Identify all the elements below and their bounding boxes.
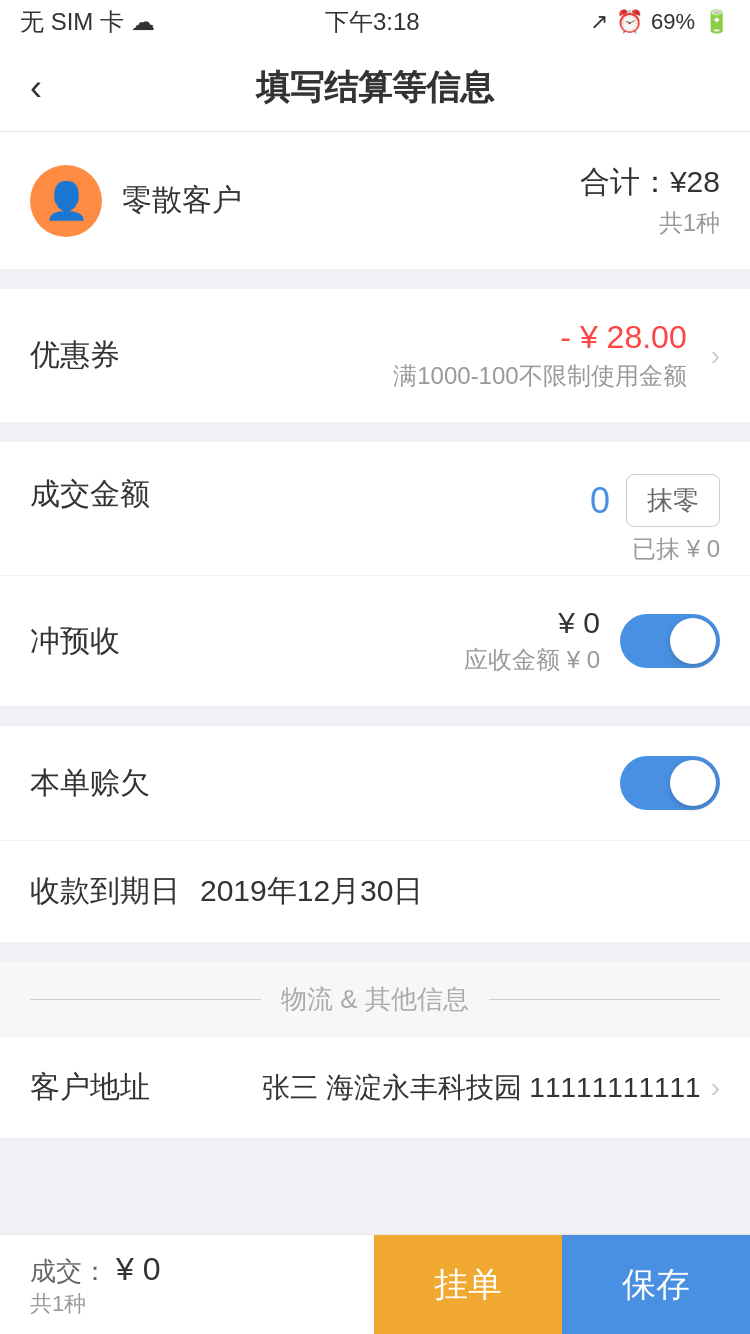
coupon-section[interactable]: 优惠券 - ¥ 28.00 满1000-100不限制使用金额 ›	[0, 289, 750, 422]
pre-receive-row: 冲预收 ¥ 0 应收金额 ¥ 0	[0, 575, 750, 706]
bottom-trans-label: 成交：	[30, 1254, 108, 1289]
sim-status: 无 SIM 卡 ☁	[20, 6, 155, 38]
prereceive-info: ¥ 0 应收金额 ¥ 0	[464, 606, 600, 676]
customer-row: 👤 零散客户 合计：¥28 共1种	[0, 132, 750, 269]
coupon-info: - ¥ 28.00 满1000-100不限制使用金额	[393, 319, 686, 392]
battery-icon: 🔋	[703, 9, 730, 35]
debt-section: 本单赊欠 收款到期日 2019年12月30日	[0, 726, 750, 942]
status-right: ↗ ⏰ 69% 🔋	[590, 9, 730, 35]
chevron-right-icon: ›	[711, 340, 720, 372]
total-amount: 合计：¥28	[580, 162, 720, 203]
address-chevron-icon: ›	[711, 1072, 720, 1104]
debt-row: 本单赊欠	[0, 726, 750, 840]
coupon-right: - ¥ 28.00 满1000-100不限制使用金额 ›	[393, 319, 720, 392]
round-zero-button[interactable]: 抹零	[626, 474, 720, 527]
prereceive-receivable: 应收金额 ¥ 0	[464, 644, 600, 676]
coupon-row[interactable]: 优惠券 - ¥ 28.00 满1000-100不限制使用金额 ›	[0, 289, 750, 422]
bottom-count: 共1种	[30, 1289, 344, 1319]
save-button[interactable]: 保存	[562, 1235, 750, 1335]
customer-name: 零散客户	[122, 180, 242, 221]
nav-bar: ‹ 填写结算等信息	[0, 44, 750, 132]
logistics-header: 物流 & 其他信息	[0, 962, 750, 1037]
divider-left	[30, 999, 261, 1000]
status-bar: 无 SIM 卡 ☁ 下午3:18 ↗ ⏰ 69% 🔋	[0, 0, 750, 44]
debt-toggle[interactable]	[620, 756, 720, 810]
debt-label: 本单赊欠	[30, 763, 150, 804]
total-count: 共1种	[580, 207, 720, 239]
hang-button[interactable]: 挂单	[374, 1235, 562, 1335]
page-title: 填写结算等信息	[256, 65, 494, 111]
transaction-label: 成交金额	[30, 474, 150, 515]
avatar-icon: 👤	[44, 180, 89, 222]
bottom-trans-amount: ¥ 0	[116, 1251, 160, 1288]
customer-info: 👤 零散客户	[30, 165, 242, 237]
address-value: 张三 海淀永丰科技园 11111111111	[170, 1069, 701, 1107]
pre-receive-label: 冲预收	[30, 621, 120, 662]
due-date-row[interactable]: 收款到期日 2019年12月30日	[0, 840, 750, 942]
bottom-summary: 成交： ¥ 0 共1种	[0, 1251, 374, 1319]
battery-text: 69%	[651, 9, 695, 35]
address-row[interactable]: 客户地址 张三 海淀永丰科技园 11111111111 ›	[0, 1037, 750, 1138]
prereceive-amount: ¥ 0	[558, 606, 600, 640]
divider-right	[489, 999, 720, 1000]
alarm-icon: ⏰	[616, 9, 643, 35]
already-rounded-text: 已抹 ¥ 0	[632, 533, 720, 565]
status-left: 无 SIM 卡 ☁	[20, 6, 155, 38]
customer-section: 👤 零散客户 合计：¥28 共1种	[0, 132, 750, 269]
transaction-row: 成交金额 0 抹零 已抹 ¥ 0	[0, 442, 750, 575]
address-label: 客户地址	[30, 1067, 150, 1108]
transaction-input-area: 0 抹零	[490, 474, 720, 527]
coupon-desc: 满1000-100不限制使用金额	[393, 360, 686, 392]
transaction-section: 成交金额 0 抹零 已抹 ¥ 0 冲预收 ¥ 0 应收金额 ¥ 0	[0, 442, 750, 706]
transaction-value[interactable]: 0	[490, 480, 610, 522]
status-time: 下午3:18	[325, 6, 420, 38]
due-date-label: 收款到期日	[30, 871, 180, 912]
address-section[interactable]: 客户地址 张三 海淀永丰科技园 11111111111 ›	[0, 1037, 750, 1138]
back-button[interactable]: ‹	[30, 67, 42, 109]
logistics-label: 物流 & 其他信息	[281, 982, 469, 1017]
customer-total: 合计：¥28 共1种	[580, 162, 720, 239]
due-date-value: 2019年12月30日	[200, 871, 423, 912]
pre-receive-toggle[interactable]	[620, 614, 720, 668]
bottom-bar: 成交： ¥ 0 共1种 挂单 保存	[0, 1234, 750, 1334]
location-icon: ↗	[590, 9, 608, 35]
avatar: 👤	[30, 165, 102, 237]
coupon-label: 优惠券	[30, 335, 120, 376]
coupon-discount: - ¥ 28.00	[393, 319, 686, 356]
